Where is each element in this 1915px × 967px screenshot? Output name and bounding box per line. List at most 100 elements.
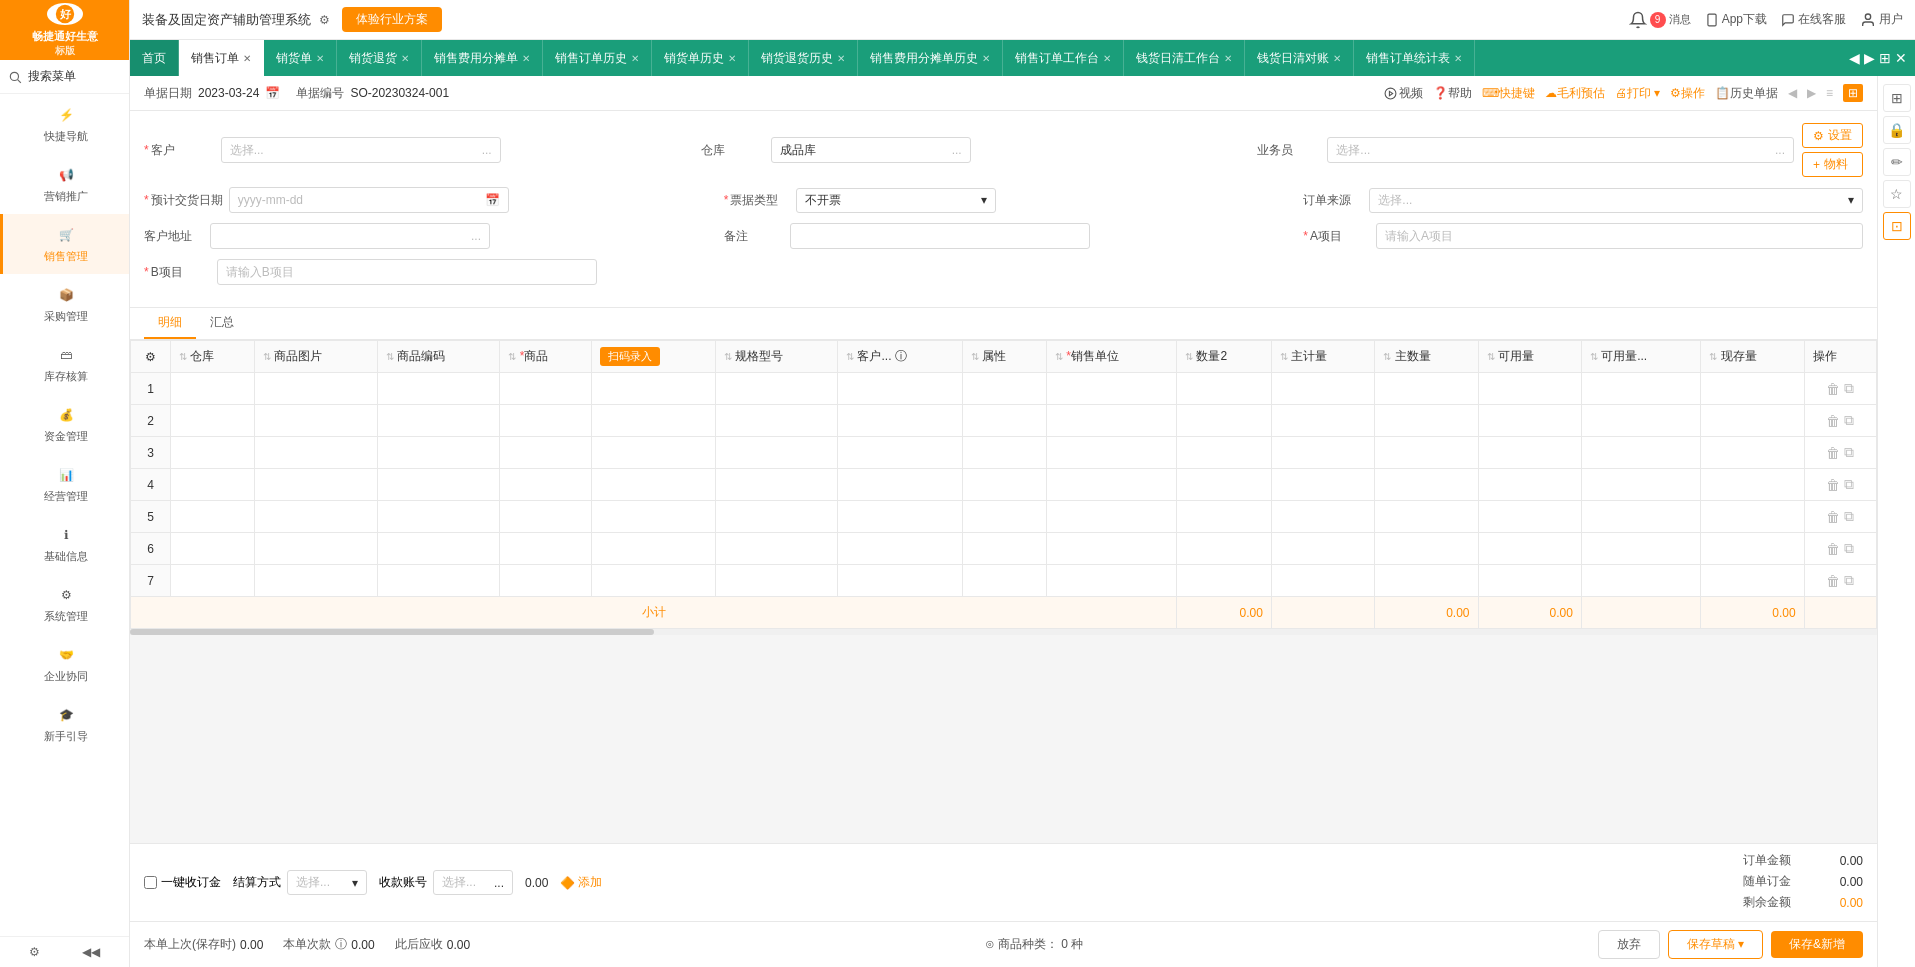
payment-method-select[interactable]: 选择... ▾: [287, 870, 367, 895]
toolbar-profit-btn[interactable]: ☁毛利预估: [1545, 85, 1605, 102]
sidebar-item-finance[interactable]: 💰 资金管理: [0, 394, 129, 454]
warehouse-input[interactable]: 成品库 ...: [771, 137, 971, 163]
date-calendar-icon[interactable]: 📅: [485, 193, 500, 207]
right-panel-scan-btn[interactable]: ⊡: [1883, 212, 1911, 240]
tab-close-icon[interactable]: ✕: [1103, 53, 1111, 64]
online-service-btn[interactable]: 在线客服: [1781, 11, 1846, 28]
sidebar-item-sales[interactable]: 🛒 销售管理: [0, 214, 129, 274]
delete-row-btn[interactable]: 🗑: [1826, 572, 1840, 589]
cell-available[interactable]: [1478, 373, 1581, 405]
sidebar-item-inventory[interactable]: 🗃 库存核算: [0, 334, 129, 394]
tab-close-icon[interactable]: ✕: [1454, 53, 1462, 64]
salesperson-input[interactable]: 选择... ...: [1327, 137, 1794, 163]
tab-sales-fee[interactable]: 销售费用分摊单 ✕: [422, 40, 543, 76]
view-toggle-list-btn[interactable]: ≡: [1826, 86, 1833, 100]
tab-close-all-btn[interactable]: ✕: [1895, 50, 1907, 66]
copy-row-btn[interactable]: ⧉: [1844, 476, 1854, 493]
tab-sales-return[interactable]: 销货退货 ✕: [337, 40, 422, 76]
delete-row-btn[interactable]: 🗑: [1826, 444, 1840, 461]
delete-row-btn[interactable]: 🗑: [1826, 540, 1840, 557]
delete-row-btn[interactable]: 🗑: [1826, 508, 1840, 525]
tab-close-icon[interactable]: ✕: [243, 53, 251, 64]
right-panel-grid-btn[interactable]: ⊞: [1883, 84, 1911, 112]
toolbar-video-btn[interactable]: 视频: [1384, 85, 1423, 102]
sidebar-item-guide[interactable]: 🎓 新手引导: [0, 694, 129, 754]
settings-btn[interactable]: ⚙ 设置: [1802, 123, 1863, 148]
horizontal-scrollbar[interactable]: [130, 629, 1877, 635]
cell-attribute[interactable]: [962, 373, 1046, 405]
col-attribute[interactable]: ⇅ 属性: [962, 341, 1046, 373]
save-draft-btn[interactable]: 保存草稿 ▾: [1668, 930, 1763, 959]
cell-customer-code[interactable]: [838, 373, 963, 405]
col-main-qty[interactable]: ⇅ 主数量: [1375, 341, 1478, 373]
topbar-gear-icon[interactable]: ⚙: [319, 13, 330, 27]
account-select[interactable]: 选择... ...: [433, 870, 513, 895]
a-project-input[interactable]: 请输入A项目: [1376, 223, 1863, 249]
tab-prev-btn[interactable]: ◀: [1849, 50, 1860, 66]
delete-row-btn[interactable]: 🗑: [1826, 476, 1840, 493]
tab-close-icon[interactable]: ✕: [1224, 53, 1232, 64]
cell-product-code[interactable]: [377, 373, 500, 405]
col-customer-code[interactable]: ⇅ 客户... ⓘ: [838, 341, 963, 373]
b-project-input[interactable]: 请输入B项目: [217, 259, 597, 285]
col-spec[interactable]: ⇅ 规格型号: [715, 341, 838, 373]
toolbar-help-btn[interactable]: ❓帮助: [1433, 85, 1472, 102]
user-avatar[interactable]: 用户: [1860, 11, 1903, 28]
delivery-date-input[interactable]: yyyy-mm-dd 📅: [229, 187, 509, 213]
col-available[interactable]: ⇅ 可用量: [1478, 341, 1581, 373]
tab-sales-order[interactable]: 销售订单 ✕: [179, 40, 264, 76]
cell-qty2[interactable]: [1177, 373, 1272, 405]
col-product[interactable]: ⇅ *商品: [500, 341, 592, 373]
toolbar-print-btn[interactable]: 🖨打印 ▾: [1615, 85, 1660, 102]
dropdown-arrow[interactable]: ▾: [1738, 937, 1744, 951]
sidebar-item-collab[interactable]: 🤝 企业协同: [0, 634, 129, 694]
cell-sales-unit[interactable]: [1046, 373, 1176, 405]
customer-ellipsis[interactable]: ...: [482, 143, 492, 157]
material-btn[interactable]: + 物料: [1802, 152, 1863, 177]
cell-product[interactable]: [500, 373, 592, 405]
col-settings[interactable]: ⚙: [131, 341, 171, 373]
col-warehouse[interactable]: ⇅ 仓库: [171, 341, 255, 373]
tab-sales-goods[interactable]: 销货单 ✕: [264, 40, 337, 76]
copy-row-btn[interactable]: ⧉: [1844, 572, 1854, 589]
sidebar-item-quick-nav[interactable]: ⚡ 快捷导航: [0, 94, 129, 154]
salesperson-ellipsis[interactable]: ...: [1775, 143, 1785, 157]
tab-expand-btn[interactable]: ⊞: [1879, 50, 1891, 66]
toolbar-shortcuts-btn[interactable]: ⌨快捷键: [1482, 85, 1535, 102]
col-sales-unit[interactable]: ⇅ *销售单位: [1046, 341, 1176, 373]
customer-address-input[interactable]: ...: [210, 223, 490, 249]
cell-available2[interactable]: [1581, 373, 1700, 405]
tab-cash-workbench[interactable]: 钱货日清工作台 ✕: [1124, 40, 1245, 76]
tab-close-icon[interactable]: ✕: [316, 53, 324, 64]
add-btn[interactable]: 🔶 添加: [560, 874, 602, 891]
warehouse-ellipsis[interactable]: ...: [952, 143, 962, 157]
tab-close-icon[interactable]: ✕: [1333, 53, 1341, 64]
tab-summary[interactable]: 汇总: [196, 308, 248, 339]
cell-main-unit[interactable]: [1271, 373, 1374, 405]
tab-close-icon[interactable]: ✕: [631, 53, 639, 64]
col-current-stock[interactable]: ⇅ 现存量: [1701, 341, 1804, 373]
order-source-select[interactable]: 选择... ▾: [1369, 188, 1863, 213]
single-date-value[interactable]: 2023-03-24: [198, 86, 259, 100]
right-panel-lock-btn[interactable]: 🔒: [1883, 116, 1911, 144]
tab-next-btn[interactable]: ▶: [1864, 50, 1875, 66]
remark-input[interactable]: [790, 223, 1090, 249]
tab-cash-reconcile[interactable]: 钱货日清对账 ✕: [1245, 40, 1354, 76]
cell-main-qty[interactable]: [1375, 373, 1478, 405]
copy-row-btn[interactable]: ⧉: [1844, 540, 1854, 557]
scan-btn[interactable]: 扫码录入: [600, 347, 660, 366]
right-panel-star-btn[interactable]: ☆: [1883, 180, 1911, 208]
toolbar-ops-btn[interactable]: ⚙操作: [1670, 85, 1705, 102]
toolbar-history-btn[interactable]: 📋历史单据: [1715, 85, 1778, 102]
tab-order-workbench[interactable]: 销售订单工作台 ✕: [1003, 40, 1124, 76]
view-toggle-form-btn[interactable]: ⊞: [1843, 84, 1863, 102]
tab-home[interactable]: 首页: [130, 40, 179, 76]
copy-row-btn[interactable]: ⧉: [1844, 380, 1854, 397]
col-scan[interactable]: 扫码录入: [591, 341, 715, 373]
address-ellipsis[interactable]: ...: [471, 229, 481, 243]
sidebar-item-management[interactable]: 📊 经营管理: [0, 454, 129, 514]
tab-close-icon[interactable]: ✕: [837, 53, 845, 64]
tab-close-icon[interactable]: ✕: [522, 53, 530, 64]
sidebar-item-system[interactable]: ⚙ 系统管理: [0, 574, 129, 634]
sidebar-settings-btn[interactable]: ⚙: [29, 945, 40, 959]
